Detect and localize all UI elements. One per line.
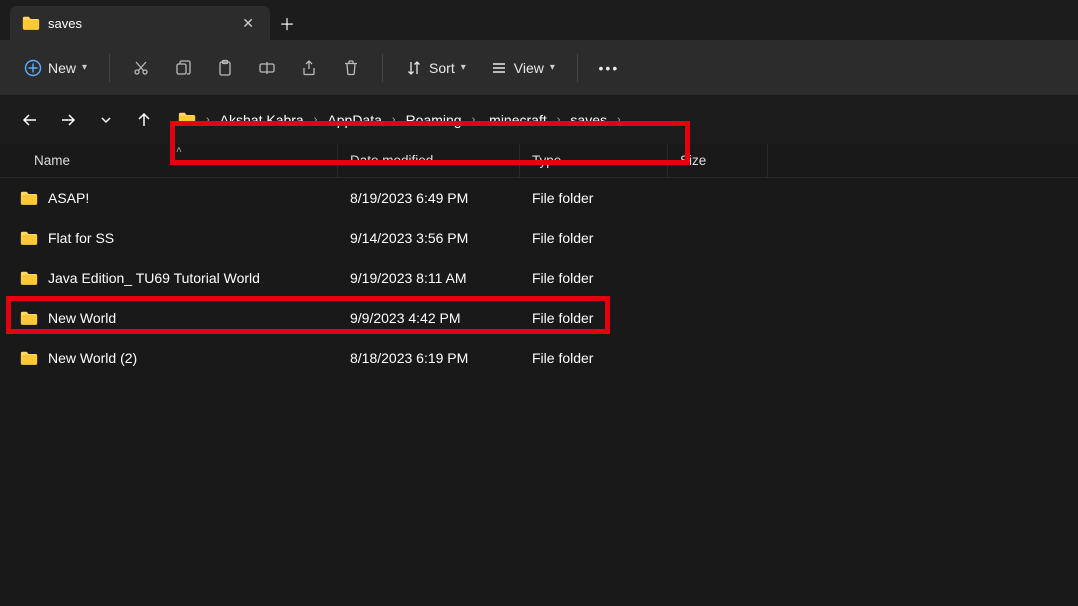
breadcrumb-item[interactable]: .minecraft: [481, 110, 550, 130]
file-type: File folder: [532, 230, 593, 246]
file-type: File folder: [532, 190, 593, 206]
file-explorer-window: saves ✕ ＋ New ▾: [0, 0, 1078, 606]
sort-button[interactable]: Sort ▾: [395, 50, 476, 86]
rename-icon: [258, 59, 276, 77]
folder-icon: [20, 270, 38, 286]
more-button[interactable]: •••: [590, 50, 628, 86]
chevron-right-icon: ›: [470, 114, 478, 126]
share-icon: [300, 59, 318, 77]
chevron-right-icon: ›: [204, 114, 212, 126]
breadcrumb-item[interactable]: Roaming: [402, 110, 466, 130]
view-icon: [490, 59, 508, 77]
folder-icon: [178, 111, 196, 129]
tab-title: saves: [48, 16, 228, 31]
column-header-label: Type: [532, 153, 561, 168]
paste-icon: [216, 59, 234, 77]
separator: [577, 54, 578, 82]
up-button[interactable]: [128, 104, 160, 136]
separator: [109, 54, 110, 82]
forward-button[interactable]: [52, 104, 84, 136]
tab-bar: saves ✕ ＋: [0, 0, 1078, 40]
file-row[interactable]: Flat for SS 9/14/2023 3:56 PM File folder: [0, 218, 1078, 258]
chevron-right-icon: ›: [615, 114, 623, 126]
file-date: 8/18/2023 6:19 PM: [350, 350, 468, 366]
file-row[interactable]: New World (2) 8/18/2023 6:19 PM File folde…: [0, 338, 1078, 378]
separator: [382, 54, 383, 82]
column-header-label: Name: [34, 153, 70, 168]
file-list: ˄ Name Date modified Type Size ASAP! 8/19…: [0, 144, 1078, 606]
rename-button[interactable]: [248, 50, 286, 86]
file-type: File folder: [532, 350, 593, 366]
chevron-right-icon: ›: [390, 114, 398, 126]
file-date: 9/14/2023 3:56 PM: [350, 230, 468, 246]
file-name: Flat for SS: [48, 230, 114, 246]
new-button-label: New: [48, 60, 76, 76]
tab-saves[interactable]: saves ✕: [10, 6, 270, 40]
new-button[interactable]: New ▾: [14, 50, 97, 86]
paste-button[interactable]: [206, 50, 244, 86]
file-row[interactable]: ASAP! 8/19/2023 6:49 PM File folder: [0, 178, 1078, 218]
file-date: 9/19/2023 8:11 AM: [350, 270, 467, 286]
chevron-down-icon: ▾: [461, 62, 466, 73]
column-header-type[interactable]: Type: [520, 144, 668, 177]
column-header-label: Date modified: [350, 153, 433, 168]
close-tab-button[interactable]: ✕: [238, 15, 258, 32]
scissors-icon: [132, 59, 150, 77]
view-button[interactable]: View ▾: [480, 50, 565, 86]
more-icon: •••: [600, 59, 618, 77]
sort-icon: [405, 59, 423, 77]
plus-circle-icon: [24, 59, 42, 77]
file-type: File folder: [532, 270, 593, 286]
folder-icon: [20, 230, 38, 246]
file-row[interactable]: Java Edition_ TU69 Tutorial World 9/19/20…: [0, 258, 1078, 298]
column-header-name[interactable]: Name: [0, 144, 338, 177]
file-name: ASAP!: [48, 190, 89, 206]
copy-button[interactable]: [164, 50, 202, 86]
breadcrumb[interactable]: › Akshat Kabra › AppData › Roaming › .mi…: [166, 102, 1064, 138]
chevron-right-icon: ›: [312, 114, 320, 126]
folder-icon: [20, 190, 38, 206]
sort-indicator-icon: ˄: [176, 145, 182, 156]
breadcrumb-item[interactable]: AppData: [323, 110, 385, 130]
view-button-label: View: [514, 60, 544, 76]
file-date: 9/9/2023 4:42 PM: [350, 310, 461, 326]
chevron-down-icon: ▾: [550, 62, 555, 73]
copy-icon: [174, 59, 192, 77]
toolbar: New ▾: [0, 40, 1078, 96]
chevron-right-icon: ›: [555, 114, 563, 126]
file-rows: ASAP!8/19/2023 6:49 PMFile folderFlat fo…: [0, 178, 1078, 378]
breadcrumb-item[interactable]: saves: [566, 110, 611, 130]
recent-locations-button[interactable]: [90, 104, 122, 136]
nav-row: › Akshat Kabra › AppData › Roaming › .mi…: [0, 96, 1078, 144]
trash-icon: [342, 59, 360, 77]
column-header-date[interactable]: Date modified: [338, 144, 520, 177]
column-header-row: ˄ Name Date modified Type Size: [0, 144, 1078, 178]
folder-icon: [20, 310, 38, 326]
cut-button[interactable]: [122, 50, 160, 86]
file-row[interactable]: New World 9/9/2023 4:42 PM File folder: [0, 298, 1078, 338]
file-name: Java Edition_ TU69 Tutorial World: [48, 270, 260, 286]
new-tab-button[interactable]: ＋: [270, 6, 304, 40]
sort-button-label: Sort: [429, 60, 455, 76]
file-name: New World (2): [48, 350, 137, 366]
share-button[interactable]: [290, 50, 328, 86]
folder-icon: [22, 15, 38, 31]
back-button[interactable]: [14, 104, 46, 136]
column-header-label: Size: [680, 153, 706, 168]
file-name: New World: [48, 310, 116, 326]
delete-button[interactable]: [332, 50, 370, 86]
breadcrumb-item[interactable]: Akshat Kabra: [216, 110, 308, 130]
column-header-size[interactable]: Size: [668, 144, 768, 177]
file-date: 8/19/2023 6:49 PM: [350, 190, 468, 206]
chevron-down-icon: ▾: [82, 62, 87, 73]
folder-icon: [20, 350, 38, 366]
file-type: File folder: [532, 310, 593, 326]
